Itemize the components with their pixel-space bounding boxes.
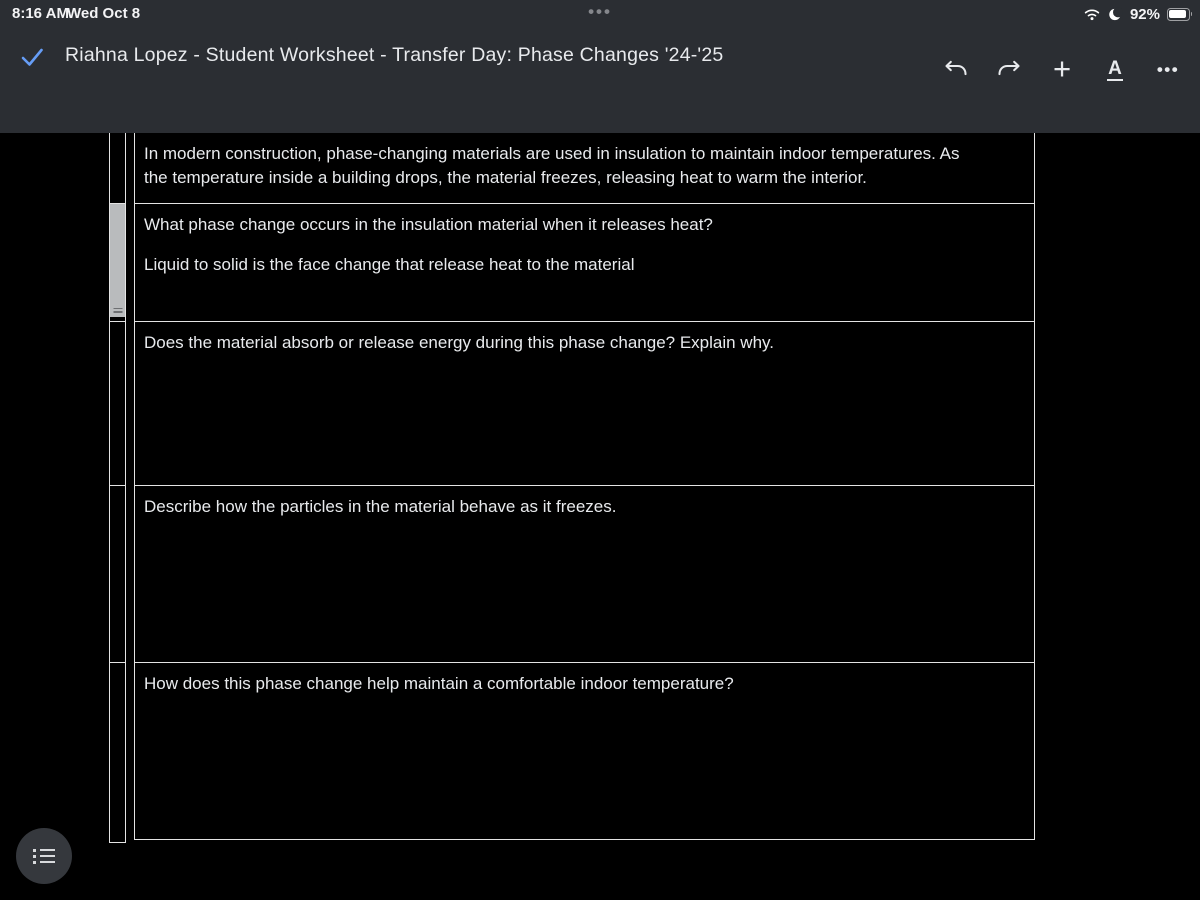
format-toolbar: @ B I U S A [0, 84, 1200, 215]
table-cell-question-2[interactable]: Does the material absorb or release ener… [135, 322, 1034, 486]
table-cell-intro[interactable]: In modern construction, phase-changing m… [135, 133, 1034, 204]
document-title[interactable]: Riahna Lopez - Student Worksheet - Trans… [65, 44, 723, 67]
done-check-button[interactable] [18, 43, 46, 71]
redo-icon [998, 60, 1020, 76]
more-dots-icon: ••• [1156, 60, 1180, 79]
row-resize-grip-icon[interactable] [113, 306, 122, 313]
redo-button[interactable] [991, 52, 1027, 88]
table-cell-question-1[interactable]: What phase change occurs in the insulati… [135, 204, 1034, 322]
top-chrome: 8:16 AM Wed Oct 8 ••• 92% Riahna Lopez -… [0, 0, 1200, 215]
screen: 8:16 AM Wed Oct 8 ••• 92% Riahna Lopez -… [0, 0, 1200, 900]
table-cell-question-4[interactable]: How does this phase change help maintain… [135, 663, 1034, 840]
row-handle-2[interactable] [110, 204, 125, 322]
table-row-handle-strip [109, 133, 126, 843]
undo-icon [945, 60, 967, 76]
row-handle-1[interactable] [110, 133, 125, 204]
row-handle-5[interactable] [110, 663, 125, 842]
cell-paragraph-answer: Liquid to solid is the face change that … [144, 255, 635, 274]
format-a-icon: A [1107, 58, 1123, 81]
cell-paragraph: How does this phase change help maintain… [144, 674, 734, 693]
plus-icon: + [1052, 51, 1072, 86]
cell-paragraph: In modern construction, phase-changing m… [144, 144, 960, 187]
battery-percent: 92% [1129, 5, 1160, 23]
table-cell-question-3[interactable]: Describe how the particles in the materi… [135, 486, 1034, 663]
focus-moon-icon [1108, 6, 1123, 22]
row-scrubber[interactable] [110, 204, 125, 317]
insert-button[interactable]: + [1044, 52, 1080, 88]
cell-paragraph: What phase change occurs in the insulati… [144, 215, 713, 234]
row-handle-4[interactable] [110, 486, 125, 663]
more-menu-button[interactable]: ••• [1150, 52, 1186, 88]
cell-paragraph: Describe how the particles in the materi… [144, 497, 617, 516]
worksheet-table: In modern construction, phase-changing m… [134, 133, 1035, 840]
document-outline-button[interactable] [16, 828, 72, 884]
undo-button[interactable] [938, 52, 974, 88]
cell-paragraph: Does the material absorb or release ener… [144, 333, 774, 352]
outline-list-icon [33, 846, 55, 867]
status-bar: 8:16 AM Wed Oct 8 ••• 92% [0, 0, 1200, 28]
battery-icon [1167, 8, 1193, 21]
format-button[interactable]: A [1097, 52, 1133, 88]
app-header: Riahna Lopez - Student Worksheet - Trans… [0, 28, 1200, 84]
document-canvas[interactable]: In modern construction, phase-changing m… [0, 133, 1200, 900]
row-handle-3[interactable] [110, 322, 125, 486]
wifi-icon [1083, 7, 1101, 21]
multitask-dots-icon: ••• [588, 2, 612, 21]
